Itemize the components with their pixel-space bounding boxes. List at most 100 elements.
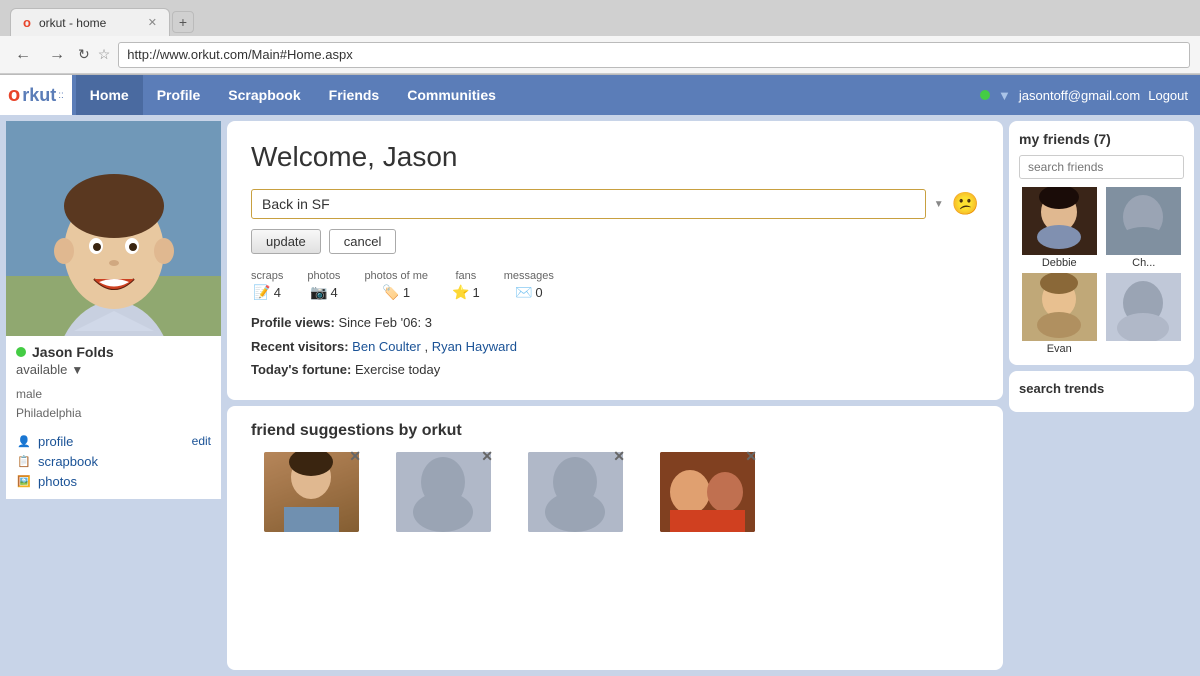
friend-chris-name: Ch... (1132, 257, 1155, 269)
profile-link[interactable]: profile (38, 434, 73, 449)
profile-views-row: Profile views: Since Feb '06: 3 (251, 313, 979, 333)
browser-toolbar: ← → ↻ ☆ (0, 36, 1200, 74)
profile-edit-link[interactable]: edit (192, 434, 211, 448)
refresh-button[interactable]: ↻ (78, 46, 90, 63)
nav-friends[interactable]: Friends (315, 75, 394, 115)
suggestion-3-close[interactable]: ✕ (613, 448, 625, 465)
nav-scrapbook[interactable]: Scrapbook (214, 75, 314, 115)
nav-right: ▼ jasontoff@gmail.com Logout (980, 88, 1200, 103)
friend-evan-svg (1022, 273, 1097, 341)
search-friends-input[interactable] (1019, 155, 1184, 179)
photos-link-row: 🖼️ photos (16, 471, 211, 491)
suggestion-2-svg (396, 452, 491, 532)
user-email: jasontoff@gmail.com (1019, 88, 1140, 103)
friend-evan-photo[interactable] (1022, 273, 1097, 341)
stat-photos-of-me: photos of me 🏷️ 1 (364, 270, 428, 301)
friend-4-photo[interactable] (1106, 273, 1181, 341)
top-nav: o rkut :: Home Profile Scrapbook Friends… (0, 75, 1200, 115)
fortune-label: Today's fortune: (251, 362, 351, 377)
friend-4-svg (1106, 273, 1181, 341)
friend-evan-name: Evan (1047, 343, 1072, 355)
suggestion-4-close[interactable]: ✕ (745, 448, 757, 465)
fortune-text: Exercise today (355, 362, 440, 377)
logo-dots: :: (58, 90, 64, 101)
suggestion-4-photo (660, 452, 755, 532)
logo-icon: o (8, 84, 20, 107)
welcome-title: Welcome, Jason (251, 141, 979, 173)
friends-box: my friends (7) Debbie (1009, 121, 1194, 365)
orkut-logo: o rkut :: (0, 75, 72, 115)
profile-meta: male Philadelphia (16, 385, 211, 423)
friend-4 (1104, 273, 1185, 355)
suggestion-1-close[interactable]: ✕ (349, 448, 361, 465)
logout-button[interactable]: Logout (1148, 88, 1188, 103)
fortune-row: Today's fortune: Exercise today (251, 360, 979, 380)
suggestion-2-photo (396, 452, 491, 532)
scrapbook-icon: 📋 (16, 453, 32, 469)
cancel-button[interactable]: cancel (329, 229, 397, 254)
new-tab-button[interactable]: + (172, 11, 194, 33)
dropdown-arrow[interactable]: ▼ (998, 88, 1011, 103)
profile-photo (6, 121, 221, 336)
suggestion-1-photo (264, 452, 359, 532)
status-input[interactable] (251, 189, 926, 219)
suggestion-3-photo (528, 452, 623, 532)
tab-title: orkut - home (39, 16, 106, 30)
friend-chris-svg (1106, 187, 1181, 255)
status-dropdown-arrow[interactable]: ▼ (71, 363, 83, 377)
profile-info-box: Jason Folds available ▼ male Philadelphi… (6, 336, 221, 499)
stats-row: scraps 📝 4 photos 📷 4 (251, 270, 979, 301)
friend-debbie-name: Debbie (1042, 257, 1077, 269)
tab-bar: o orkut - home ✕ + (0, 0, 1200, 36)
friend-debbie-photo[interactable] (1022, 187, 1097, 255)
photos-of-me-icon: 🏷️ (382, 284, 399, 301)
recent-visitors-row: Recent visitors: Ben Coulter , Ryan Hayw… (251, 337, 979, 357)
address-bar[interactable] (118, 42, 1190, 68)
photos-link[interactable]: photos (38, 474, 77, 489)
stat-photos: photos 📷 4 (307, 270, 340, 301)
suggestion-2: ✕ (383, 452, 503, 532)
suggestion-3-svg (528, 452, 623, 532)
back-button[interactable]: ← (10, 44, 36, 66)
scrapbook-link[interactable]: scrapbook (38, 454, 98, 469)
suggestions-title: friend suggestions by orkut (251, 422, 979, 440)
profile-status-row: available ▼ (16, 362, 211, 377)
tab-favicon: o (23, 15, 31, 30)
friend-chris-photo[interactable] (1106, 187, 1181, 255)
search-trends-box: search trends (1009, 371, 1194, 412)
right-sidebar: my friends (7) Debbie (1009, 121, 1194, 670)
bookmark-button[interactable]: ☆ (98, 46, 111, 63)
suggestion-4: ✕ (647, 452, 767, 532)
stat-messages: messages ✉️ 0 (504, 270, 554, 301)
left-sidebar: Jason Folds available ▼ male Philadelphi… (6, 121, 221, 670)
content-area: Jason Folds available ▼ male Philadelphi… (0, 115, 1200, 676)
visitor-1-link[interactable]: Ben Coulter (352, 339, 421, 354)
update-button[interactable]: update (251, 229, 321, 254)
orkut-app: o rkut :: Home Profile Scrapbook Friends… (0, 75, 1200, 676)
profile-name-row: Jason Folds (16, 344, 211, 360)
status-buttons: update cancel (251, 229, 979, 254)
suggestion-3: ✕ (515, 452, 635, 532)
suggestion-2-close[interactable]: ✕ (481, 448, 493, 465)
profile-status-text: available (16, 362, 67, 377)
center-content: Welcome, Jason ▼ 😕 update cancel scraps (227, 121, 1003, 670)
friend-debbie: Debbie (1019, 187, 1100, 269)
status-dropdown-btn[interactable]: ▼ (934, 199, 944, 210)
forward-button[interactable]: → (44, 44, 70, 66)
nav-communities[interactable]: Communities (393, 75, 510, 115)
search-trends-title: search trends (1019, 381, 1184, 396)
active-tab[interactable]: o orkut - home ✕ (10, 8, 170, 36)
nav-profile[interactable]: Profile (143, 75, 215, 115)
profile-name: Jason Folds (32, 344, 114, 360)
visitor-2-link[interactable]: Ryan Hayward (432, 339, 517, 354)
nav-home[interactable]: Home (76, 75, 143, 115)
profile-icon: 👤 (16, 433, 32, 449)
nav-links: Home Profile Scrapbook Friends Communiti… (72, 75, 514, 115)
logo-text: rkut (22, 85, 56, 106)
scrapbook-link-row: 📋 scrapbook (16, 451, 211, 471)
suggestion-4-svg (660, 452, 755, 532)
scraps-icon: 📝 (253, 284, 270, 301)
photos-icon: 🖼️ (16, 473, 32, 489)
tab-close-button[interactable]: ✕ (148, 16, 157, 29)
status-update-row: ▼ 😕 (251, 189, 979, 219)
